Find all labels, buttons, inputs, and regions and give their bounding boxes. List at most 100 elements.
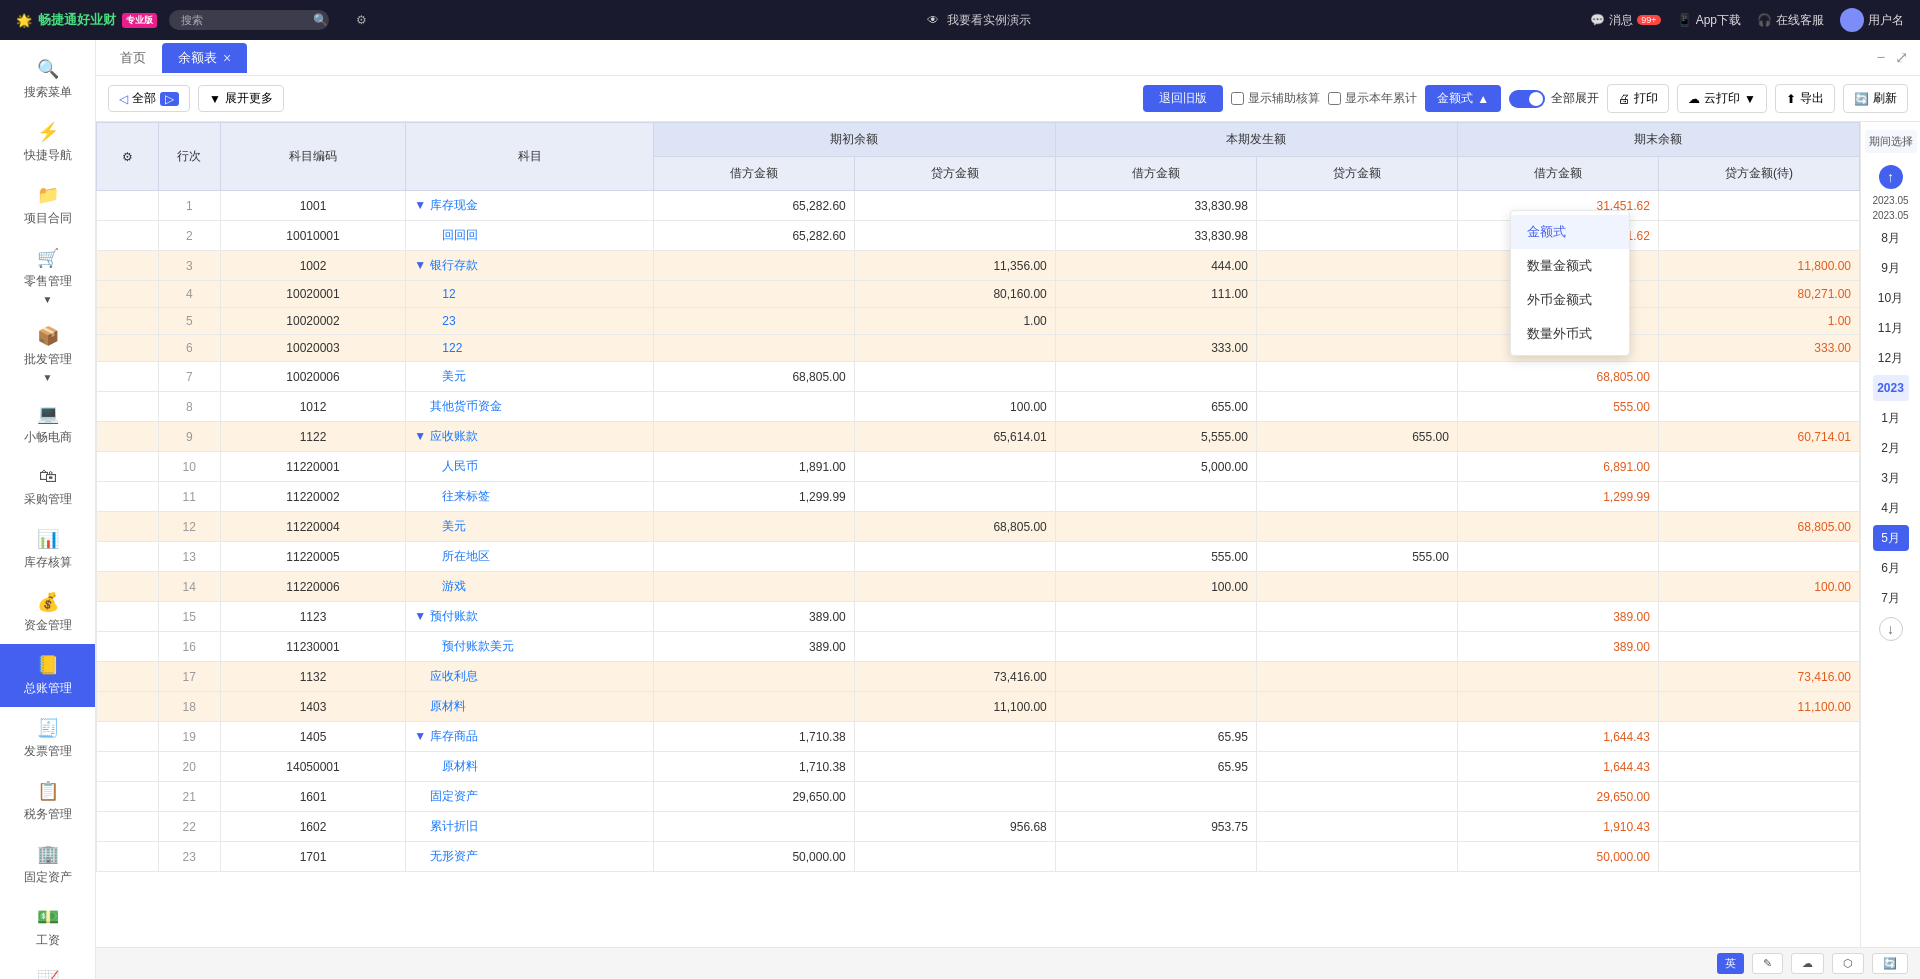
subject-name[interactable]: 库存现金 — [430, 198, 478, 212]
subject-name[interactable]: 美元 — [414, 519, 466, 533]
subject-name[interactable]: 库存商品 — [430, 729, 478, 743]
sidebar-item-purchase[interactable]: 🛍 采购管理 — [0, 456, 95, 518]
subject-name[interactable]: 原材料 — [414, 699, 466, 713]
sidebar-item-ecommerce[interactable]: 💻 小畅电商 — [0, 393, 95, 456]
subject-name[interactable]: 往来标签 — [414, 489, 490, 503]
user-avatar-area[interactable]: 用户名 — [1840, 8, 1904, 32]
row-cur-debit: 111.00 — [1055, 281, 1256, 308]
tab-close-icon[interactable]: × — [223, 50, 231, 66]
dropdown-item-qty-foreign[interactable]: 数量外币式 — [1511, 317, 1629, 351]
sidebar-item-quicknav[interactable]: ⚡ 快捷导航 — [0, 111, 95, 174]
sidebar-item-ledger[interactable]: 📒 总账管理 — [0, 644, 95, 707]
sidebar-item-fund[interactable]: 💰 资金管理 — [0, 581, 95, 644]
cloud-btn[interactable]: ☁ — [1791, 953, 1824, 974]
subject-name[interactable]: 预付账款 — [430, 609, 478, 623]
dropdown-item-qty-amount[interactable]: 数量金额式 — [1511, 249, 1629, 283]
settings-icon[interactable]: ⚙ — [356, 13, 367, 27]
subject-name[interactable]: 游戏 — [414, 579, 466, 593]
period-month-3[interactable]: 3月 — [1873, 465, 1909, 491]
show-ytd-checkbox[interactable]: 显示本年累计 — [1328, 90, 1417, 107]
dropdown-item-amount[interactable]: 金额式 — [1511, 215, 1629, 249]
subject-name[interactable]: 固定资产 — [414, 789, 478, 803]
sidebar-item-inventory[interactable]: 📊 库存核算 — [0, 518, 95, 581]
print-btn[interactable]: 🖨 打印 — [1607, 84, 1669, 113]
tab-home[interactable]: 首页 — [108, 43, 158, 73]
download-btn[interactable]: 📱 App下载 — [1677, 12, 1741, 29]
sidebar-item-payroll[interactable]: 💵 工资 — [0, 896, 95, 959]
wholesale-expand-icon: ▼ — [43, 372, 53, 383]
row-num: 14 — [158, 572, 220, 602]
refresh-bottom-btn[interactable]: 🔄 — [1872, 953, 1908, 974]
row-op-credit — [854, 482, 1055, 512]
period-month-1[interactable]: 1月 — [1873, 405, 1909, 431]
ytd-checkbox-input[interactable] — [1328, 92, 1341, 105]
hex-btn[interactable]: ⬡ — [1832, 953, 1864, 974]
export-btn[interactable]: ⬆ 导出 — [1775, 84, 1835, 113]
table-settings-header[interactable]: ⚙ — [97, 123, 159, 191]
show-assist-checkbox[interactable]: 显示辅助核算 — [1231, 90, 1320, 107]
period-month-2[interactable]: 2月 — [1873, 435, 1909, 461]
period-nav-up[interactable]: ↑ — [1879, 165, 1903, 189]
expand-more-btn[interactable]: ▼ 展开更多 — [198, 85, 284, 112]
row-cur-debit: 444.00 — [1055, 251, 1256, 281]
period-month-10[interactable]: 10月 — [1873, 285, 1909, 311]
period-month-12[interactable]: 12月 — [1873, 345, 1909, 371]
sidebar-item-mgmt[interactable]: 📈 经营管理 — [0, 959, 95, 979]
app-name: 畅捷通好业财 — [38, 11, 116, 29]
subject-name[interactable]: 美元 — [414, 369, 466, 383]
dropdown-item-foreign-amount[interactable]: 外币金额式 — [1511, 283, 1629, 317]
period-date-1: 2023.05 — [1872, 195, 1908, 206]
amount-type-btn[interactable]: 金额式 ▲ — [1425, 85, 1501, 112]
subject-name[interactable]: 原材料 — [414, 759, 478, 773]
period-month-6[interactable]: 6月 — [1873, 555, 1909, 581]
service-btn[interactable]: 🎧 在线客服 — [1757, 12, 1824, 29]
subject-name[interactable]: 无形资产 — [414, 849, 478, 863]
subject-name[interactable]: 12 — [414, 287, 455, 301]
sidebar-item-assets[interactable]: 🏢 固定资产 — [0, 833, 95, 896]
sidebar-item-project[interactable]: 📁 项目合同 — [0, 174, 95, 237]
lang-btn[interactable]: 英 — [1717, 953, 1744, 974]
edit-btn[interactable]: ✎ — [1752, 953, 1783, 974]
sidebar-item-invoice[interactable]: 🧾 发票管理 — [0, 707, 95, 770]
tab-expand-icon[interactable]: ⤢ — [1895, 48, 1908, 67]
subject-name[interactable]: 预付账款美元 — [414, 639, 514, 653]
cloud-print-btn[interactable]: ☁ 云打印 ▼ — [1677, 84, 1767, 113]
breadcrumb-btn[interactable]: ◁ 全部 ▷ — [108, 85, 190, 112]
subject-name[interactable]: 应收账款 — [430, 429, 478, 443]
period-month-4[interactable]: 4月 — [1873, 495, 1909, 521]
subject-name[interactable]: 所在地区 — [414, 549, 490, 563]
period-month-11[interactable]: 11月 — [1873, 315, 1909, 341]
top-search-input[interactable] — [169, 10, 329, 30]
period-nav-down[interactable]: ↓ — [1879, 617, 1903, 641]
period-month-8[interactable]: 8月 — [1873, 225, 1909, 251]
sidebar-item-wholesale[interactable]: 📦 批发管理 ▼ — [0, 315, 95, 393]
subject-name[interactable]: 银行存款 — [430, 258, 478, 272]
subject-name[interactable]: 累计折旧 — [414, 819, 478, 833]
subject-name[interactable]: 23 — [414, 314, 455, 328]
tab-minimize-icon[interactable]: － — [1873, 47, 1889, 68]
sidebar-item-tax[interactable]: 📋 税务管理 — [0, 770, 95, 833]
period-month-5[interactable]: 5月 — [1873, 525, 1909, 551]
return-old-btn[interactable]: 退回旧版 — [1143, 85, 1223, 112]
assist-checkbox-input[interactable] — [1231, 92, 1244, 105]
period-month-7[interactable]: 7月 — [1873, 585, 1909, 611]
sidebar-item-search[interactable]: 🔍 搜索菜单 — [0, 48, 95, 111]
expand-all-toggle[interactable] — [1509, 90, 1545, 108]
row-op-credit — [854, 842, 1055, 872]
subject-name[interactable]: 122 — [414, 341, 462, 355]
subject-name[interactable]: 人民币 — [414, 459, 478, 473]
sidebar-item-retail[interactable]: 🛒 零售管理 ▼ — [0, 237, 95, 315]
row-op-credit: 80,160.00 — [854, 281, 1055, 308]
sidebar: 🔍 搜索菜单 ⚡ 快捷导航 📁 项目合同 🛒 零售管理 ▼ 📦 批发管理 ▼ 💻… — [0, 40, 96, 979]
subject-name[interactable]: 应收利息 — [414, 669, 478, 683]
message-btn[interactable]: 💬 消息 99+ — [1590, 12, 1660, 29]
tab-balance[interactable]: 余额表 × — [162, 43, 247, 73]
period-month-9[interactable]: 9月 — [1873, 255, 1909, 281]
row-cl-credit — [1658, 632, 1859, 662]
subject-name[interactable]: 回回回 — [414, 228, 478, 242]
refresh-btn[interactable]: 🔄 刷新 — [1843, 84, 1908, 113]
row-name: ▼预付账款 — [406, 602, 653, 632]
row-code: 1132 — [220, 662, 406, 692]
subject-name[interactable]: 其他货币资金 — [414, 399, 502, 413]
demo-text[interactable]: 我要看实例演示 — [947, 12, 1031, 29]
